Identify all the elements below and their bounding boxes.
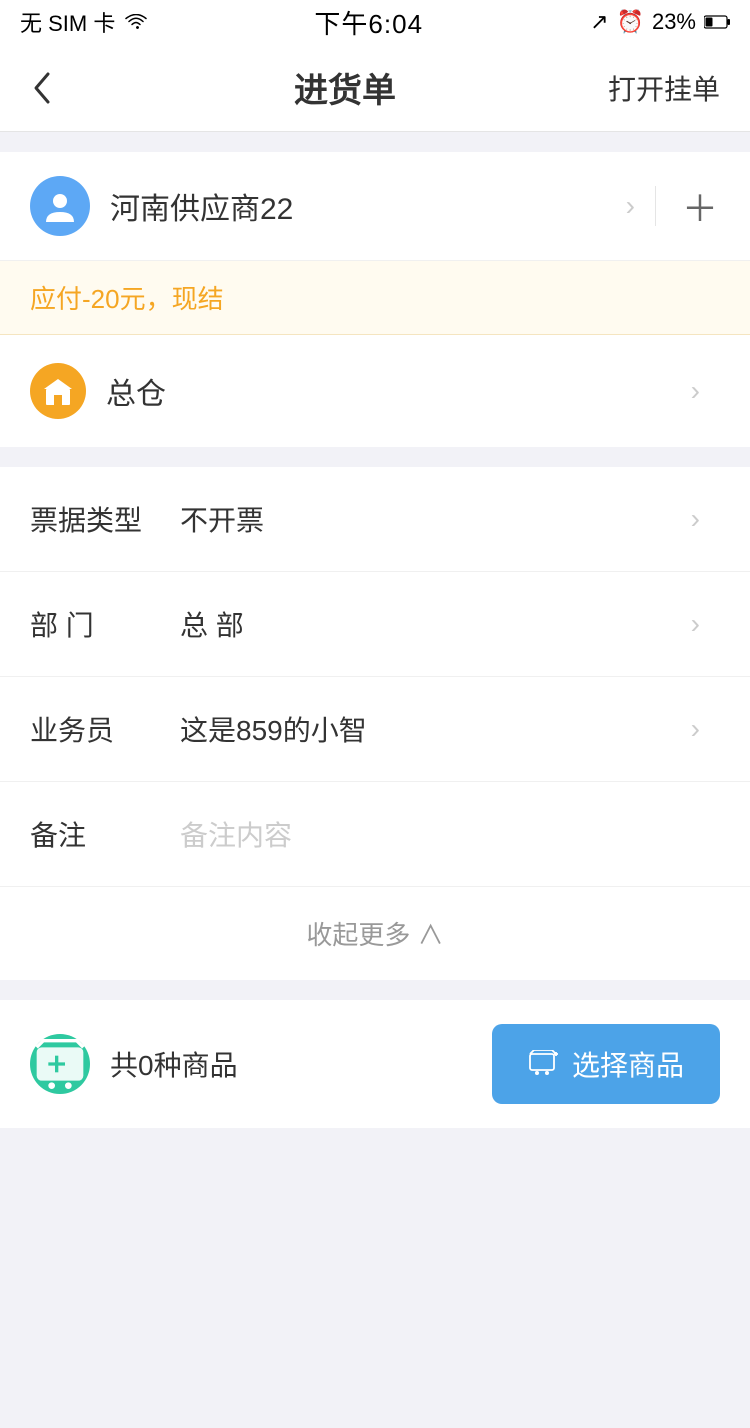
salesperson-label: 业务员: [30, 709, 150, 749]
location-icon: ↗: [590, 9, 608, 35]
notice-text: 应付-20元，现结: [30, 284, 224, 314]
add-supplier-button[interactable]: ＋: [680, 180, 720, 232]
supplier-section: 河南供应商22 › ＋ 应付-20元，现结 总仓 ›: [0, 152, 750, 447]
product-cart-icon: [30, 1034, 90, 1094]
supplier-chevron-icon: ›: [626, 190, 635, 222]
alarm-icon: ⏰: [617, 9, 644, 35]
product-bar: 共0种商品 选择商品: [0, 1000, 750, 1128]
product-count: 共0种商品: [110, 1044, 492, 1084]
invoice-type-row[interactable]: 票据类型 不开票 ›: [0, 467, 750, 572]
section-gap-3: [0, 980, 750, 1000]
invoice-type-label: 票据类型: [30, 499, 150, 539]
nav-bar: 进货单 打开挂单: [0, 44, 750, 132]
warehouse-icon: [30, 363, 86, 419]
select-goods-label: 选择商品: [572, 1044, 684, 1084]
vertical-divider: [655, 186, 656, 226]
collapse-row[interactable]: 收起更多 ∧: [0, 887, 750, 980]
remark-row[interactable]: 备注 备注内容: [0, 782, 750, 887]
status-right: ↗ ⏰ 23%: [590, 9, 730, 35]
department-chevron-icon: ›: [691, 608, 700, 640]
nav-title: 进货单: [90, 63, 600, 112]
open-pending-button[interactable]: 打开挂单: [600, 68, 720, 108]
select-goods-button[interactable]: 选择商品: [492, 1024, 720, 1104]
department-row[interactable]: 部 门 总 部 ›: [0, 572, 750, 677]
department-label: 部 门: [30, 604, 150, 644]
status-bar: 无 SIM 卡 下午6:04 ↗ ⏰ 23%: [0, 0, 750, 44]
remark-input[interactable]: 备注内容: [150, 814, 720, 854]
supplier-name[interactable]: 河南供应商22: [110, 184, 626, 228]
salesperson-chevron-icon: ›: [691, 713, 700, 745]
warehouse-chevron-icon: ›: [691, 375, 700, 407]
warehouse-row[interactable]: 总仓 ›: [0, 335, 750, 447]
battery-icon: [704, 15, 730, 29]
cart-plus-icon: [528, 1050, 560, 1078]
back-button[interactable]: [30, 68, 90, 108]
department-value: 总 部: [150, 604, 691, 644]
section-gap-2: [0, 447, 750, 467]
section-gap-1: [0, 132, 750, 152]
remark-label: 备注: [30, 814, 150, 854]
notice-banner: 应付-20元，现结: [0, 261, 750, 335]
battery-text: 23%: [652, 9, 696, 35]
supplier-row: 河南供应商22 › ＋: [0, 152, 750, 261]
supplier-avatar: [30, 176, 90, 236]
status-time: 下午6:04: [314, 4, 423, 41]
salesperson-value: 这是859的小智: [150, 709, 691, 749]
form-section: 票据类型 不开票 › 部 门 总 部 › 业务员 这是859的小智 › 备注 备…: [0, 467, 750, 980]
bottom-fill: [0, 1128, 750, 1428]
carrier-text: 无 SIM 卡: [20, 6, 115, 38]
salesperson-row[interactable]: 业务员 这是859的小智 ›: [0, 677, 750, 782]
warehouse-name: 总仓: [106, 369, 691, 413]
collapse-label: 收起更多 ∧: [306, 915, 443, 952]
invoice-type-value: 不开票: [150, 499, 691, 539]
wifi-icon: [125, 14, 147, 30]
status-left: 无 SIM 卡: [20, 6, 147, 38]
invoice-type-chevron-icon: ›: [691, 503, 700, 535]
